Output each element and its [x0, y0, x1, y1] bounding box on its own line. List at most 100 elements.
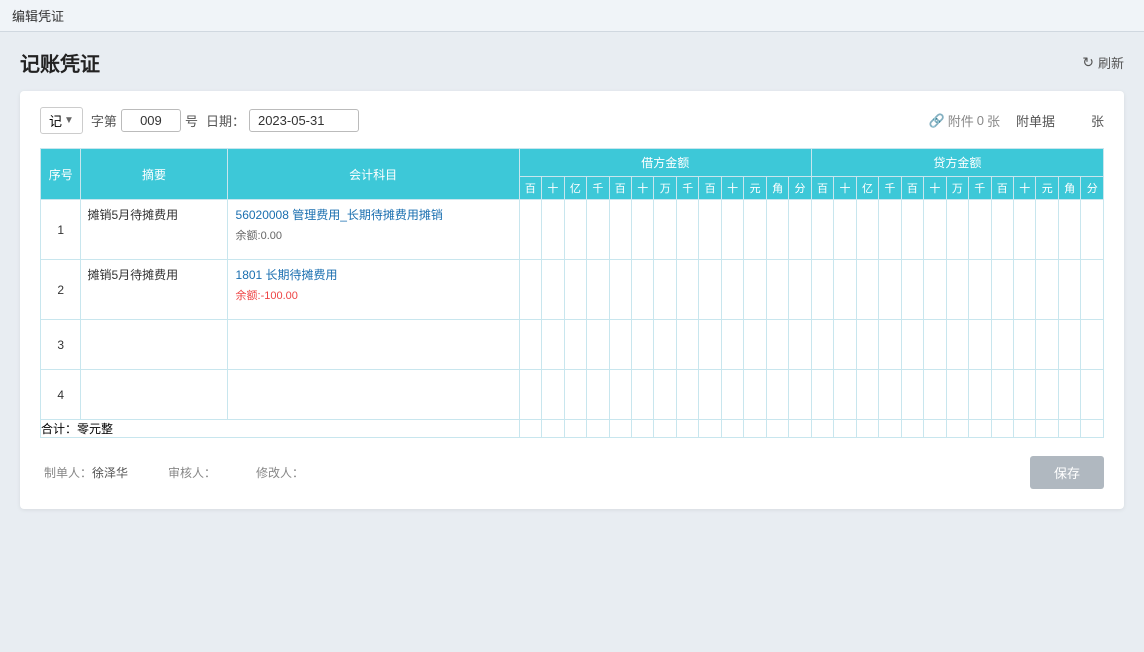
debit-digit-r3-c3[interactable]	[587, 370, 609, 420]
credit-digit-r1-c2[interactable]	[856, 260, 878, 320]
attachment-link[interactable]: 🔗 附件 0 张	[929, 111, 1000, 130]
credit-digit-r0-c9[interactable]	[1013, 200, 1035, 260]
credit-digit-r3-c6[interactable]	[946, 370, 968, 420]
credit-digit-r1-c5[interactable]	[924, 260, 946, 320]
credit-digit-r2-c12[interactable]	[1081, 320, 1104, 370]
credit-digit-r0-c1[interactable]	[834, 200, 856, 260]
credit-digit-r0-c0[interactable]	[811, 200, 833, 260]
debit-digit-r3-c8[interactable]	[699, 370, 721, 420]
debit-digit-r3-c5[interactable]	[632, 370, 654, 420]
debit-digit-r2-c5[interactable]	[632, 320, 654, 370]
credit-digit-r0-c5[interactable]	[924, 200, 946, 260]
debit-digit-r3-c12[interactable]	[789, 370, 811, 420]
cell-subject-1[interactable]: 1801 长期待摊费用余额:-100.00	[227, 260, 519, 320]
debit-digit-r0-c4[interactable]	[609, 200, 631, 260]
credit-digit-r3-c8[interactable]	[991, 370, 1013, 420]
cell-subject-2[interactable]	[227, 320, 519, 370]
credit-digit-r1-c0[interactable]	[811, 260, 833, 320]
credit-digit-r3-c11[interactable]	[1058, 370, 1080, 420]
debit-digit-r1-c6[interactable]	[654, 260, 676, 320]
debit-digit-r2-c12[interactable]	[789, 320, 811, 370]
debit-digit-r3-c11[interactable]	[766, 370, 788, 420]
debit-digit-r1-c8[interactable]	[699, 260, 721, 320]
debit-digit-r0-c11[interactable]	[766, 200, 788, 260]
credit-digit-r3-c12[interactable]	[1081, 370, 1104, 420]
debit-digit-r0-c9[interactable]	[721, 200, 743, 260]
debit-digit-r1-c2[interactable]	[564, 260, 586, 320]
credit-digit-r2-c2[interactable]	[856, 320, 878, 370]
cell-summary-1[interactable]: 摊销5月待摊费用	[81, 260, 227, 320]
credit-digit-r1-c12[interactable]	[1081, 260, 1104, 320]
credit-digit-r2-c8[interactable]	[991, 320, 1013, 370]
debit-digit-r2-c9[interactable]	[721, 320, 743, 370]
credit-digit-r2-c7[interactable]	[969, 320, 991, 370]
debit-digit-r2-c2[interactable]	[564, 320, 586, 370]
credit-digit-r3-c4[interactable]	[901, 370, 923, 420]
debit-digit-r0-c10[interactable]	[744, 200, 766, 260]
credit-digit-r3-c1[interactable]	[834, 370, 856, 420]
credit-digit-r1-c3[interactable]	[879, 260, 901, 320]
credit-digit-r1-c1[interactable]	[834, 260, 856, 320]
credit-digit-r2-c3[interactable]	[879, 320, 901, 370]
credit-digit-r3-c9[interactable]	[1013, 370, 1035, 420]
debit-digit-r3-c7[interactable]	[676, 370, 698, 420]
debit-digit-r3-c0[interactable]	[519, 370, 541, 420]
table-row[interactable]: 4	[41, 370, 1104, 420]
debit-digit-r2-c3[interactable]	[587, 320, 609, 370]
credit-digit-r2-c6[interactable]	[946, 320, 968, 370]
credit-digit-r2-c9[interactable]	[1013, 320, 1035, 370]
credit-digit-r1-c4[interactable]	[901, 260, 923, 320]
debit-digit-r2-c7[interactable]	[676, 320, 698, 370]
debit-digit-r0-c3[interactable]	[587, 200, 609, 260]
debit-digit-r2-c10[interactable]	[744, 320, 766, 370]
debit-digit-r0-c6[interactable]	[654, 200, 676, 260]
debit-digit-r2-c11[interactable]	[766, 320, 788, 370]
debit-digit-r3-c6[interactable]	[654, 370, 676, 420]
credit-digit-r2-c5[interactable]	[924, 320, 946, 370]
debit-digit-r0-c5[interactable]	[632, 200, 654, 260]
credit-digit-r0-c3[interactable]	[879, 200, 901, 260]
debit-digit-r1-c11[interactable]	[766, 260, 788, 320]
credit-digit-r1-c8[interactable]	[991, 260, 1013, 320]
table-row[interactable]: 1摊销5月待摊费用56020008 管理费用_长期待摊费用摊销余额:0.00	[41, 200, 1104, 260]
debit-digit-r1-c10[interactable]	[744, 260, 766, 320]
credit-digit-r2-c1[interactable]	[834, 320, 856, 370]
date-input[interactable]	[249, 109, 359, 132]
credit-digit-r2-c0[interactable]	[811, 320, 833, 370]
credit-digit-r1-c10[interactable]	[1036, 260, 1058, 320]
debit-digit-r2-c1[interactable]	[542, 320, 564, 370]
credit-digit-r2-c4[interactable]	[901, 320, 923, 370]
credit-digit-r3-c5[interactable]	[924, 370, 946, 420]
debit-digit-r2-c0[interactable]	[519, 320, 541, 370]
debit-digit-r2-c8[interactable]	[699, 320, 721, 370]
debit-digit-r0-c1[interactable]	[542, 200, 564, 260]
table-row[interactable]: 3	[41, 320, 1104, 370]
debit-digit-r0-c0[interactable]	[519, 200, 541, 260]
credit-digit-r0-c4[interactable]	[901, 200, 923, 260]
debit-digit-r1-c12[interactable]	[789, 260, 811, 320]
credit-digit-r3-c0[interactable]	[811, 370, 833, 420]
credit-digit-r3-c3[interactable]	[879, 370, 901, 420]
debit-digit-r3-c2[interactable]	[564, 370, 586, 420]
credit-digit-r1-c6[interactable]	[946, 260, 968, 320]
table-row[interactable]: 2摊销5月待摊费用1801 长期待摊费用余额:-100.00	[41, 260, 1104, 320]
credit-digit-r0-c7[interactable]	[969, 200, 991, 260]
credit-digit-r3-c10[interactable]	[1036, 370, 1058, 420]
voucher-number-input[interactable]	[121, 109, 181, 132]
debit-digit-r1-c3[interactable]	[587, 260, 609, 320]
debit-digit-r1-c7[interactable]	[676, 260, 698, 320]
cell-summary-3[interactable]	[81, 370, 227, 420]
debit-digit-r0-c8[interactable]	[699, 200, 721, 260]
debit-digit-r1-c5[interactable]	[632, 260, 654, 320]
debit-digit-r0-c7[interactable]	[676, 200, 698, 260]
debit-digit-r2-c4[interactable]	[609, 320, 631, 370]
debit-digit-r1-c1[interactable]	[542, 260, 564, 320]
credit-digit-r0-c12[interactable]	[1081, 200, 1104, 260]
credit-digit-r1-c9[interactable]	[1013, 260, 1035, 320]
credit-digit-r0-c2[interactable]	[856, 200, 878, 260]
credit-digit-r2-c10[interactable]	[1036, 320, 1058, 370]
credit-digit-r3-c2[interactable]	[856, 370, 878, 420]
credit-digit-r3-c7[interactable]	[969, 370, 991, 420]
credit-digit-r0-c10[interactable]	[1036, 200, 1058, 260]
debit-digit-r2-c6[interactable]	[654, 320, 676, 370]
